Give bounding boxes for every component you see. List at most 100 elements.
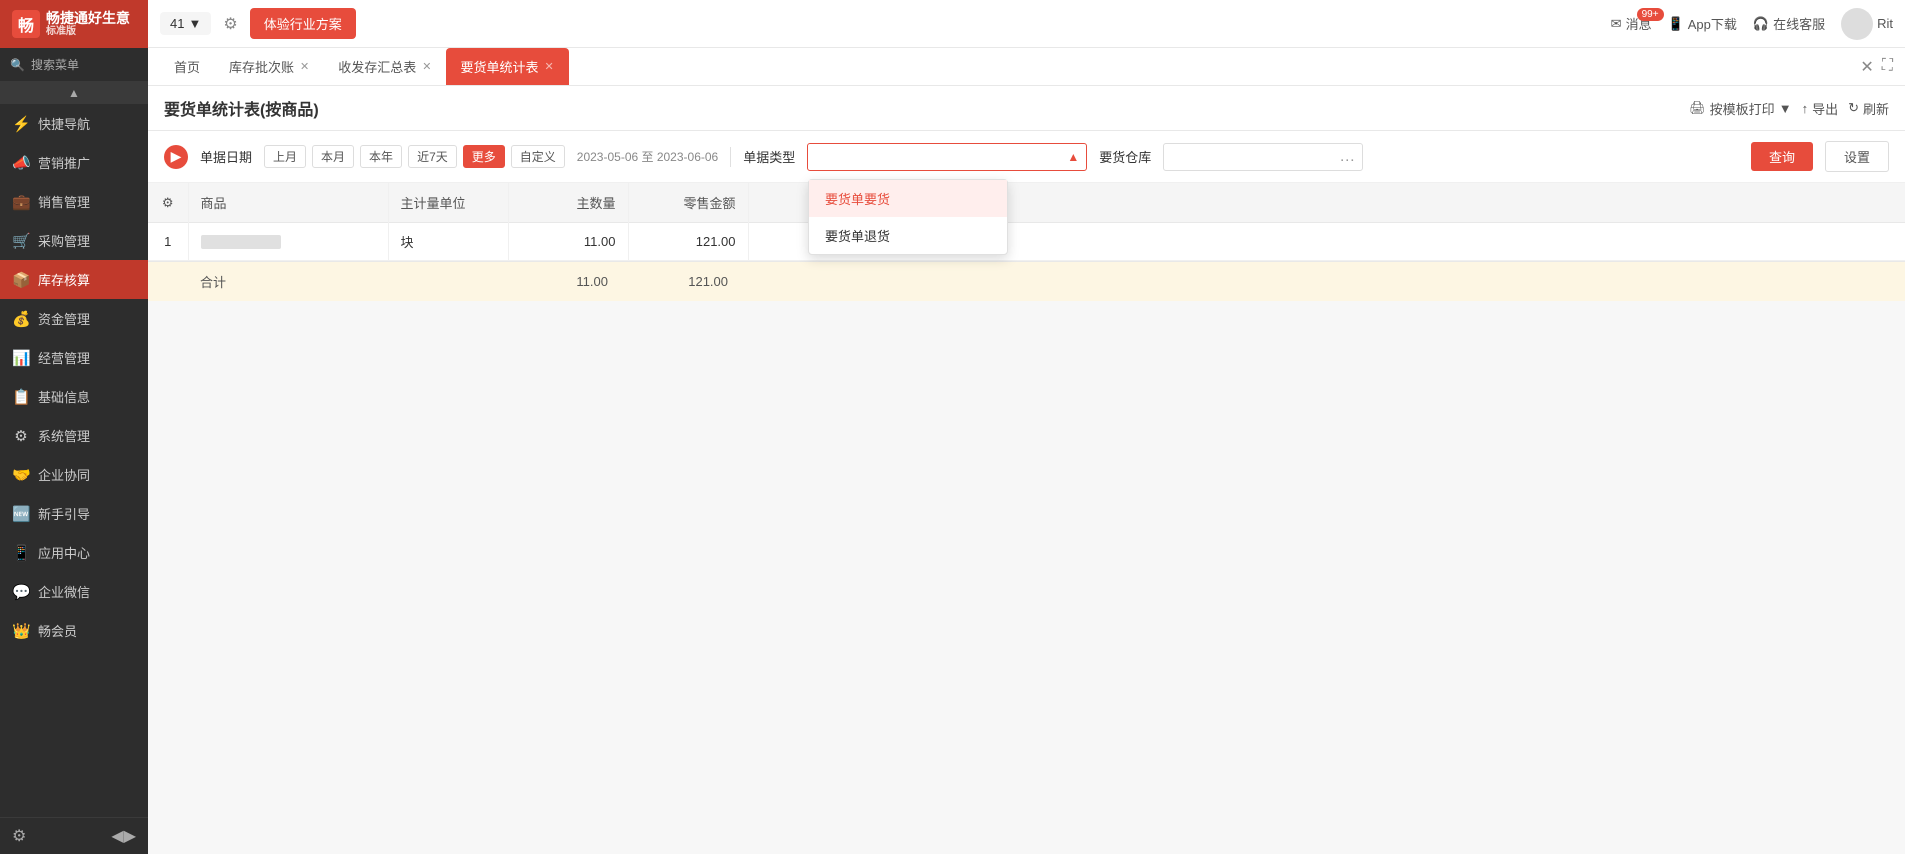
tab-order-stats[interactable]: 要货单统计表 ✕: [446, 48, 568, 85]
search-menu[interactable]: 🔍 搜索菜单: [0, 48, 148, 82]
marketing-icon: 📣: [12, 154, 30, 172]
warehouse-more-icon[interactable]: …: [1339, 148, 1355, 166]
app-download-btn[interactable]: 📱 App下载: [1668, 14, 1737, 33]
refresh-icon: ↻: [1848, 100, 1859, 116]
tab-close-receive-summary[interactable]: ✕: [422, 60, 431, 73]
table-header-row: ⚙ 商品 主计量单位 主数量 零售金额: [148, 183, 1905, 223]
tabs-close-all-icon[interactable]: ✕: [1860, 57, 1873, 77]
td-goods: [188, 223, 388, 261]
btn-last-month[interactable]: 上月: [264, 145, 306, 168]
th-settings[interactable]: ⚙: [148, 183, 188, 223]
sidebar-item-purchase[interactable]: 🛒 采购管理: [0, 221, 148, 260]
enterprise-icon: 🤝: [12, 466, 30, 484]
sidebar-scroll-up[interactable]: ▲: [0, 82, 148, 104]
main-content: 41 ▼ ⚙ 体验行业方案 ✉ 消息 99+ 📱 App下载 🎧 在线客服 Ri…: [148, 0, 1905, 854]
topbar-settings-icon[interactable]: ⚙: [223, 14, 237, 34]
system-icon: ⚙: [12, 427, 30, 445]
type-dropdown-arrow[interactable]: ▲: [1067, 150, 1079, 164]
goods-placeholder: [201, 235, 281, 249]
sidebar-item-marketing[interactable]: 📣 营销推广: [0, 143, 148, 182]
warehouse-input[interactable]: [1163, 143, 1363, 171]
tab-receive-summary[interactable]: 收发存汇总表 ✕: [324, 48, 446, 85]
quick-nav-icon: ⚡: [12, 115, 30, 133]
sidebar-item-appstore[interactable]: 📱 应用中心: [0, 533, 148, 572]
service-btn[interactable]: 🎧 在线客服: [1753, 14, 1825, 33]
filter-bar: ▶ 单据日期 上月 本月 本年 近7天 更多 自定义 2023-05-06 至 …: [148, 131, 1905, 183]
headset-icon: 🎧: [1753, 16, 1769, 32]
tab-home[interactable]: 首页: [160, 48, 215, 85]
filter-expand-btn[interactable]: ▶: [164, 145, 188, 169]
export-btn[interactable]: ↑ 导出: [1802, 99, 1839, 118]
settings-btn[interactable]: 设置: [1825, 141, 1889, 172]
sidebar-item-finance[interactable]: 💰 资金管理: [0, 299, 148, 338]
sidebar-item-quick-nav[interactable]: ⚡ 快捷导航: [0, 104, 148, 143]
summary-amount: 121.00: [620, 274, 740, 289]
tabs-expand-icon[interactable]: ⛶: [1882, 57, 1893, 77]
table-wrapper: ⚙ 商品 主计量单位 主数量 零售金额 1: [148, 183, 1905, 261]
search-icon: 🔍: [10, 58, 25, 72]
filter-divider: [730, 147, 731, 167]
settings-gear-icon[interactable]: ⚙: [12, 826, 26, 846]
user-avatar-area[interactable]: Rit: [1841, 8, 1893, 40]
topbar: 41 ▼ ⚙ 体验行业方案 ✉ 消息 99+ 📱 App下载 🎧 在线客服 Ri…: [148, 0, 1905, 48]
th-amount: 零售金额: [628, 183, 748, 223]
date-label: 单据日期: [200, 147, 252, 166]
sidebar-item-operation[interactable]: 📊 经营管理: [0, 338, 148, 377]
sidebar-footer: ⚙ ◀▶: [0, 817, 148, 854]
basic-icon: 📋: [12, 388, 30, 406]
messages-btn[interactable]: ✉ 消息 99+: [1611, 14, 1652, 33]
dropdown-option-order-goods[interactable]: 要货单要货: [809, 180, 1007, 217]
date-range-display: 2023-05-06 至 2023-06-06: [577, 148, 718, 165]
dropdown-option-order-return[interactable]: 要货单退货: [809, 217, 1007, 254]
tab-close-inventory-batch[interactable]: ✕: [300, 60, 309, 73]
print-dropdown-icon: ▼: [1779, 101, 1792, 116]
btn-this-year[interactable]: 本年: [360, 145, 402, 168]
wechat-icon: 💬: [12, 583, 30, 601]
appstore-icon: 📱: [12, 544, 30, 562]
message-icon: ✉: [1611, 16, 1622, 32]
btn-more-dates[interactable]: 更多: [463, 145, 505, 168]
table-row: 1 块 11.00 121.00: [148, 223, 1905, 261]
sidebar-item-guide[interactable]: 🆕 新手引导: [0, 494, 148, 533]
sidebar-item-enterprise[interactable]: 🤝 企业协同: [0, 455, 148, 494]
tab-close-order-stats[interactable]: ✕: [545, 60, 554, 73]
th-unit: 主计量单位: [388, 183, 508, 223]
sidebar-nav: ▲ ⚡ 快捷导航 📣 营销推广 💼 销售管理 🛒 采购管理 📦 库存核算 💰 资…: [0, 82, 148, 817]
sidebar-item-sales[interactable]: 💼 销售管理: [0, 182, 148, 221]
print-template-btn[interactable]: 🖨 按模板打印 ▼: [1689, 99, 1791, 118]
sidebar-item-inventory[interactable]: 📦 库存核算: [0, 260, 148, 299]
sidebar-item-member[interactable]: 👑 畅会员: [0, 611, 148, 650]
phone-icon: 📱: [1668, 16, 1684, 32]
export-icon: ↑: [1802, 101, 1809, 116]
page-header-actions: 🖨 按模板打印 ▼ ↑ 导出 ↻ 刷新: [1689, 99, 1889, 118]
page-title: 要货单统计表(按商品): [164, 96, 319, 120]
refresh-btn[interactable]: ↻ 刷新: [1848, 99, 1889, 118]
tab-inventory-batch[interactable]: 库存批次账 ✕: [215, 48, 324, 85]
sidebar-item-system[interactable]: ⚙ 系统管理: [0, 416, 148, 455]
filter-date-btns: 上月 本月 本年 近7天 更多 自定义: [264, 145, 565, 168]
table-settings-icon[interactable]: ⚙: [162, 195, 174, 210]
print-icon: 🖨: [1689, 100, 1706, 116]
data-table: ⚙ 商品 主计量单位 主数量 零售金额 1: [148, 183, 1905, 261]
type-label: 单据类型: [743, 147, 795, 166]
query-btn[interactable]: 查询: [1751, 142, 1813, 171]
td-amount: 121.00: [628, 223, 748, 261]
sidebar-item-wechat[interactable]: 💬 企业微信: [0, 572, 148, 611]
sidebar-item-basic[interactable]: 📋 基础信息: [0, 377, 148, 416]
tabs-controls: ✕ ⛶: [1860, 57, 1893, 77]
table-footer: 合计 11.00 121.00: [148, 261, 1905, 301]
type-input[interactable]: [807, 143, 1087, 171]
collapse-sidebar-icon[interactable]: ◀▶: [111, 826, 136, 846]
btn-custom-date[interactable]: 自定义: [511, 145, 565, 168]
btn-last-7-days[interactable]: 近7天: [408, 145, 457, 168]
company-selector[interactable]: 41 ▼: [160, 12, 211, 35]
type-select-wrapper: ▲: [807, 143, 1087, 171]
inventory-icon: 📦: [12, 271, 30, 289]
td-qty: 11.00: [508, 223, 628, 261]
logo-icon: 畅: [12, 10, 40, 38]
sidebar-logo: 畅 畅捷通好生意 标准版: [0, 0, 148, 48]
purchase-icon: 🛒: [12, 232, 30, 250]
btn-this-month[interactable]: 本月: [312, 145, 354, 168]
trial-btn[interactable]: 体验行业方案: [250, 8, 356, 39]
summary-qty: 11.00: [500, 274, 620, 289]
